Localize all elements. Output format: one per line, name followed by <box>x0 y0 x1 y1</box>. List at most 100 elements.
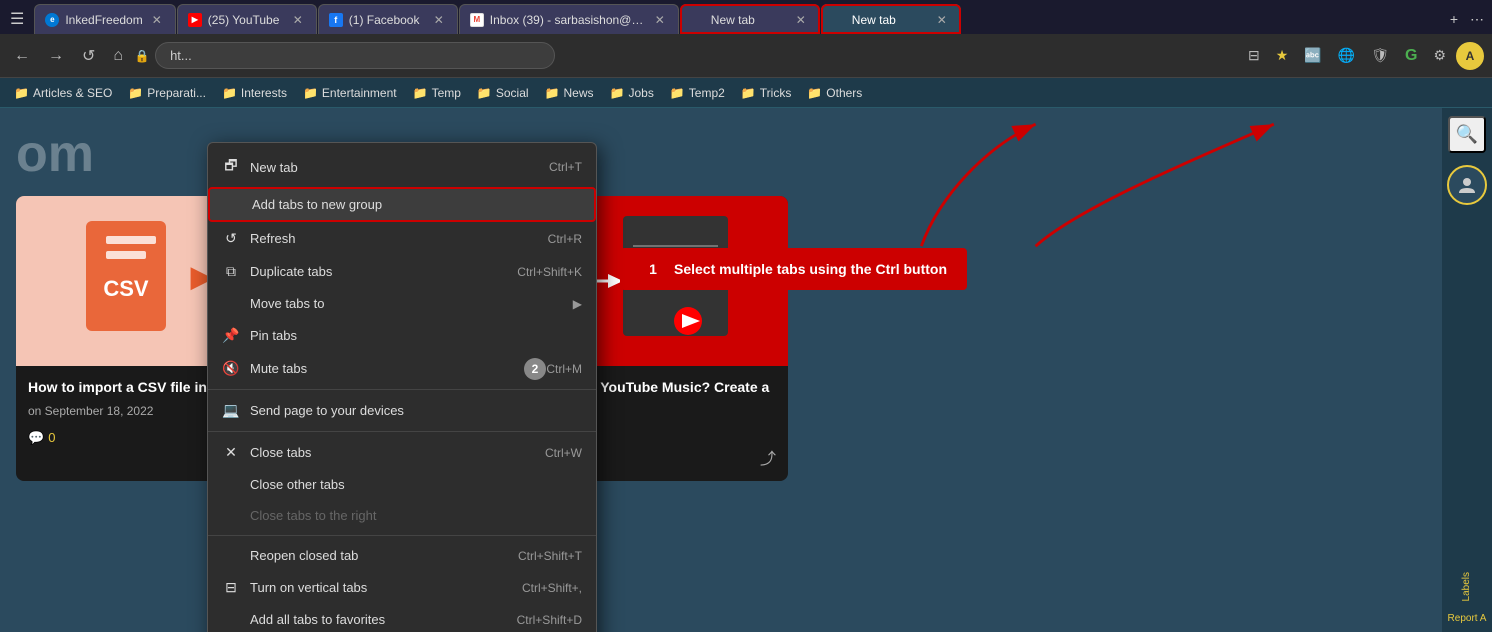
menu-item-refresh-label: Refresh <box>250 231 296 246</box>
bookmark-temp2[interactable]: 📁 Temp2 <box>664 83 731 103</box>
tab-close-youtube[interactable]: ✕ <box>290 12 306 28</box>
menu-item-send-page-label: Send page to your devices <box>250 403 404 418</box>
menu-item-pin-tabs[interactable]: 📌 Pin tabs <box>208 319 596 352</box>
profile-button[interactable]: A <box>1456 42 1484 70</box>
bookmarks-bar: 📁 Articles & SEO 📁 Preparati... 📁 Intere… <box>0 78 1492 108</box>
menu-item-close-other[interactable]: Close other tabs <box>208 469 596 500</box>
browser-extension1-icon[interactable]: 🔤 <box>1298 43 1327 68</box>
search-sidebar-button[interactable]: 🔍 <box>1448 116 1486 153</box>
address-input[interactable] <box>155 42 555 69</box>
share-icon-youtube[interactable]: ⤴ <box>760 445 776 469</box>
tab-close-newtab1[interactable]: ✕ <box>793 12 809 28</box>
tab-gmail[interactable]: M Inbox (39) - sarbasishon@gmail... ✕ <box>459 4 679 34</box>
address-bar-actions: ⊟ ★ 🔤 🌐 🛡 G ⚙ A <box>1242 42 1484 70</box>
menu-item-mute-tabs[interactable]: 🔇 Mute tabs 2 Ctrl+M <box>208 352 596 385</box>
menu-item-refresh[interactable]: ↺ Refresh Ctrl+R <box>208 222 596 255</box>
tab-inkedfreedom[interactable]: e InkedFreedom ✕ <box>34 4 175 34</box>
tab-newtab1[interactable]: New tab ✕ <box>680 4 820 34</box>
menu-item-new-tab[interactable]: 🗗 New tab Ctrl+T <box>208 147 596 187</box>
tab-close-newtab2[interactable]: ✕ <box>934 12 950 28</box>
tab-close-facebook[interactable]: ✕ <box>431 12 447 28</box>
new-tab-button[interactable]: + <box>1446 7 1462 31</box>
tab-facebook[interactable]: f (1) Facebook ✕ <box>318 4 458 34</box>
tab-close-inkedfreedom[interactable]: ✕ <box>149 12 165 28</box>
menu-item-vertical-tabs-label: Turn on vertical tabs <box>250 580 367 595</box>
menu-item-add-favorites-label: Add all tabs to favorites <box>250 612 385 627</box>
menu-item-close-right-label: Close tabs to the right <box>250 508 376 523</box>
menu-item-move-tabs[interactable]: Move tabs to ▶ <box>208 288 596 319</box>
browser-extension3-icon[interactable]: 🛡 <box>1365 43 1395 68</box>
bookmark-entertainment[interactable]: 📁 Entertainment <box>297 83 403 103</box>
bookmark-articles-seo[interactable]: 📁 Articles & SEO <box>8 83 118 103</box>
bookmark-tricks[interactable]: 📁 Tricks <box>735 83 798 103</box>
home-button[interactable]: ⌂ <box>107 43 129 69</box>
favorites-star-icon[interactable]: ★ <box>1270 43 1295 68</box>
menu-item-duplicate-shortcut: Ctrl+Shift+K <box>517 265 582 279</box>
menu-item-close-tabs-label: Close tabs <box>250 445 311 460</box>
tab-youtube[interactable]: ▶ (25) YouTube ✕ <box>177 4 317 34</box>
context-menu: 🗗 New tab Ctrl+T Add tabs to new group ↺… <box>207 142 597 632</box>
tab-favicon-newtab2 <box>832 13 846 27</box>
mute-tabs-icon: 🔇 <box>222 360 240 377</box>
tab-label-inkedfreedom: InkedFreedom <box>65 13 142 27</box>
bookmark-social[interactable]: 📁 Social <box>471 83 535 103</box>
tab-label-newtab2: New tab <box>852 13 928 27</box>
menu-separator-1 <box>208 389 596 390</box>
duplicate-menu-icon: ⧉ <box>222 263 240 280</box>
bookmark-articles-seo-label: Articles & SEO <box>33 86 112 100</box>
sidebar-toggle-button[interactable]: ☰ <box>4 5 30 33</box>
card-csv-comment: 💬 0 <box>28 430 55 446</box>
bookmark-interests[interactable]: 📁 Interests <box>216 83 293 103</box>
send-page-icon: 💻 <box>222 402 240 419</box>
browser-menu-button[interactable]: ⋯ <box>1466 7 1488 32</box>
menu-item-duplicate-label: Duplicate tabs <box>250 264 332 279</box>
menu-item-send-page[interactable]: 💻 Send page to your devices <box>208 394 596 427</box>
menu-separator-3 <box>208 535 596 536</box>
menu-item-add-favorites[interactable]: Add all tabs to favorites Ctrl+Shift+D <box>208 604 596 632</box>
browser-extension2-icon[interactable]: 🌐 <box>1332 43 1361 68</box>
bookmark-folder-icon3: 📁 <box>222 86 237 100</box>
move-tabs-arrow-icon: ▶ <box>573 297 582 311</box>
bookmark-temp[interactable]: 📁 Temp <box>407 83 467 103</box>
menu-item-new-tab-label: New tab <box>250 160 298 175</box>
tab-favicon-newtab1 <box>691 13 705 27</box>
lock-icon: 🔒 <box>135 49 149 63</box>
menu-item-close-tabs[interactable]: ✕ Close tabs Ctrl+W <box>208 436 596 469</box>
menu-item-duplicate[interactable]: ⧉ Duplicate tabs Ctrl+Shift+K <box>208 255 596 288</box>
svg-text:CSV: CSV <box>103 276 149 301</box>
bookmark-others[interactable]: 📁 Others <box>801 83 868 103</box>
card-csv-comment-count: 0 <box>48 430 55 445</box>
tab-close-gmail[interactable]: ✕ <box>652 12 668 28</box>
menu-item-vertical-shortcut: Ctrl+Shift+, <box>522 581 582 595</box>
split-screen-icon[interactable]: ⊟ <box>1242 43 1266 68</box>
bookmark-folder-icon9: 📁 <box>670 86 685 100</box>
menu-item-pin-tabs-label: Pin tabs <box>250 328 297 343</box>
bookmark-social-label: Social <box>496 86 529 100</box>
menu-separator-2 <box>208 431 596 432</box>
callout-banner-1: 1 Select multiple tabs using the Ctrl bu… <box>620 248 967 290</box>
browser-extension4-icon[interactable]: G <box>1399 43 1423 69</box>
menu-item-add-tabs-group[interactable]: Add tabs to new group <box>208 187 596 222</box>
callout-1-text: Select multiple tabs using the Ctrl butt… <box>674 261 947 277</box>
menu-item-reopen[interactable]: Reopen closed tab Ctrl+Shift+T <box>208 540 596 571</box>
tab-newtab2[interactable]: New tab ✕ <box>821 4 961 34</box>
labels-text: Labels <box>1461 564 1472 609</box>
right-sidebar: 🔍 Labels Report A <box>1442 108 1492 632</box>
tab-label-gmail: Inbox (39) - sarbasishon@gmail... <box>490 13 646 27</box>
bookmark-jobs[interactable]: 📁 Jobs <box>604 83 660 103</box>
address-bar: ← → ↺ ⌂ 🔒 ⊟ ★ 🔤 🌐 🛡 G ⚙ A <box>0 34 1492 78</box>
refresh-button[interactable]: ↺ <box>76 42 101 70</box>
tab-favicon-inkedfreedom: e <box>45 13 59 27</box>
report-text: Report A <box>1448 613 1487 624</box>
forward-button[interactable]: → <box>42 43 70 69</box>
bookmark-preparati[interactable]: 📁 Preparati... <box>122 83 212 103</box>
bookmark-news-label: News <box>564 86 594 100</box>
browser-settings-icon[interactable]: ⚙ <box>1427 43 1452 68</box>
menu-item-close-shortcut: Ctrl+W <box>545 446 582 460</box>
bookmark-news[interactable]: 📁 News <box>539 83 600 103</box>
back-button[interactable]: ← <box>8 43 36 69</box>
menu-item-vertical-tabs[interactable]: ⊟ Turn on vertical tabs Ctrl+Shift+, <box>208 571 596 604</box>
bookmark-folder-icon7: 📁 <box>545 86 560 100</box>
tab-bar: ☰ e InkedFreedom ✕ ▶ (25) YouTube ✕ f (1… <box>0 0 1492 34</box>
menu-item-reopen-label: Reopen closed tab <box>250 548 358 563</box>
